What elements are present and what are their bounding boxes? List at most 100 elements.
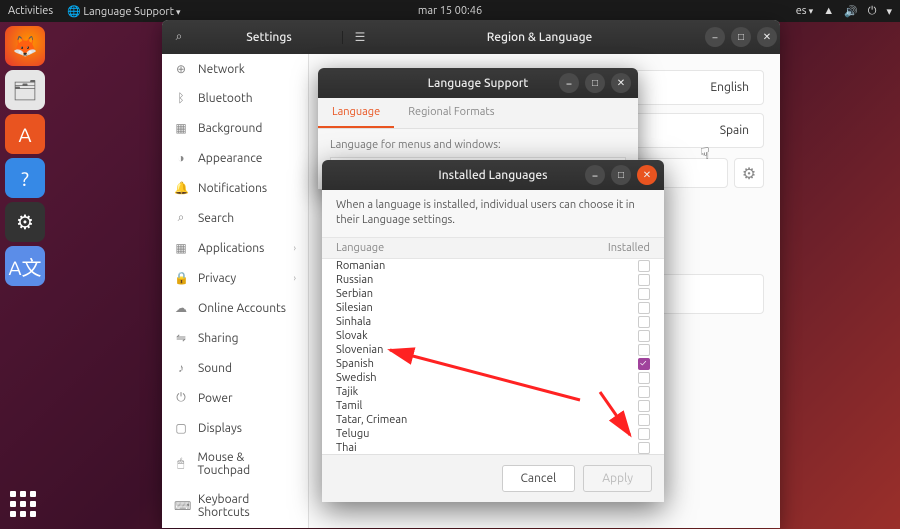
language-row[interactable]: Slovak bbox=[322, 329, 664, 343]
search-button[interactable]: ⌕ bbox=[162, 20, 196, 54]
language-name: Slovenian bbox=[336, 344, 638, 356]
sharing-icon: ⇋ bbox=[174, 331, 188, 345]
sidebar-item-label: Network bbox=[198, 63, 245, 76]
minimize-button[interactable]: – bbox=[559, 73, 579, 93]
language-checkbox[interactable] bbox=[638, 288, 650, 300]
language-row[interactable]: Russian bbox=[322, 273, 664, 287]
language-checkbox[interactable] bbox=[638, 372, 650, 384]
language-checkbox[interactable] bbox=[638, 344, 650, 356]
appearance-icon: ◑ bbox=[174, 151, 188, 165]
close-button[interactable]: ✕ bbox=[757, 27, 777, 47]
language-checkbox[interactable] bbox=[638, 302, 650, 314]
dialog-info-text: When a language is installed, individual… bbox=[322, 190, 664, 237]
settings-icon[interactable]: ⚙ bbox=[734, 158, 764, 188]
language-checkbox[interactable] bbox=[638, 274, 650, 286]
sidebar-item-online-accounts[interactable]: ☁Online Accounts bbox=[162, 293, 308, 323]
language-row[interactable]: Slovenian bbox=[322, 343, 664, 357]
sidebar-item-sharing[interactable]: ⇋ Sharing bbox=[162, 323, 308, 353]
sidebar-item-sound[interactable]: ♪ Sound bbox=[162, 353, 308, 383]
sidebar-item-label: Mouse & Touchpad bbox=[198, 451, 297, 477]
sidebar-item-label: Sound bbox=[198, 362, 232, 375]
sidebar-item-background[interactable]: ▦ Background bbox=[162, 113, 308, 143]
background-icon: ▦ bbox=[174, 121, 188, 135]
language-name: Swedish bbox=[336, 372, 638, 384]
sidebar-item-privacy[interactable]: 🔒Privacy› bbox=[162, 263, 308, 293]
sidebar-item-label: Displays bbox=[198, 422, 242, 435]
language-row[interactable]: Silesian bbox=[322, 301, 664, 315]
language-checkbox[interactable] bbox=[638, 442, 650, 454]
chevron-right-icon: › bbox=[293, 243, 296, 253]
sidebar-item-label: Background bbox=[198, 122, 262, 135]
language-name: Romanian bbox=[336, 260, 638, 272]
applications-icon: ▦ bbox=[174, 241, 188, 255]
app-menu[interactable]: 🌐 Language Support bbox=[67, 5, 180, 18]
language-row[interactable]: Spanish bbox=[322, 357, 664, 371]
sidebar-item-printers[interactable]: ⎙Printers bbox=[162, 527, 308, 528]
sidebar-item-applications[interactable]: ▦Applications› bbox=[162, 233, 308, 263]
dock-language-icon[interactable]: A文 bbox=[5, 246, 45, 286]
input-source-indicator[interactable]: es bbox=[796, 5, 813, 17]
sidebar-item-appearance[interactable]: ◑Appearance bbox=[162, 143, 308, 173]
sidebar-item-bluetooth[interactable]: ᛒBluetooth bbox=[162, 84, 308, 113]
language-checkbox[interactable] bbox=[638, 260, 650, 272]
sidebar-item-search[interactable]: ⌕Search bbox=[162, 203, 308, 233]
language-row[interactable]: Tajik bbox=[322, 385, 664, 399]
language-row[interactable]: Thai bbox=[322, 441, 664, 454]
maximize-button[interactable]: □ bbox=[611, 165, 631, 185]
language-row[interactable]: Telugu bbox=[322, 427, 664, 441]
apply-button[interactable]: Apply bbox=[583, 465, 652, 492]
language-table[interactable]: RomanianRussianSerbianSilesianSinhala Slo… bbox=[322, 259, 664, 454]
language-name: Slovak bbox=[336, 330, 638, 342]
clock[interactable]: mar 15 00:46 bbox=[418, 5, 482, 17]
sidebar-item-displays[interactable]: ▢Displays bbox=[162, 413, 308, 443]
maximize-button[interactable]: □ bbox=[731, 27, 751, 47]
sidebar-item-label: Bluetooth bbox=[198, 92, 253, 105]
dock-system-settings-icon[interactable]: ⚙ bbox=[5, 202, 45, 242]
activities-button[interactable]: Activities bbox=[8, 5, 53, 18]
volume-icon[interactable]: 🔊 bbox=[844, 5, 858, 18]
language-name: Serbian bbox=[336, 288, 638, 300]
dock-firefox-icon[interactable]: 🦊 bbox=[5, 26, 45, 66]
network-icon[interactable]: ▲ bbox=[823, 5, 834, 17]
sidebar-item-mouse-touchpad[interactable]: 🖱Mouse & Touchpad bbox=[162, 443, 308, 485]
language-row[interactable]: Sinhala bbox=[322, 315, 664, 329]
language-checkbox[interactable] bbox=[638, 358, 650, 370]
language-checkbox[interactable] bbox=[638, 386, 650, 398]
close-button[interactable]: ✕ bbox=[637, 165, 657, 185]
sidebar-item-label: Sharing bbox=[198, 332, 239, 345]
cancel-button[interactable]: Cancel bbox=[502, 465, 576, 492]
tab-language[interactable]: Language bbox=[318, 98, 394, 128]
language-checkbox[interactable] bbox=[638, 400, 650, 412]
sidebar-item-notifications[interactable]: 🔔Notifications bbox=[162, 173, 308, 203]
sidebar-item-network[interactable]: ⊕ Network bbox=[162, 54, 308, 84]
sidebar-item-keyboard-shortcuts[interactable]: ⌨Keyboard Shortcuts bbox=[162, 485, 308, 527]
show-applications-button[interactable] bbox=[10, 491, 38, 519]
column-language: Language bbox=[336, 242, 608, 254]
settings-sidebar: ⊕ Network ᛒBluetooth ▦ Background ◑Appearance… bbox=[162, 54, 309, 528]
network-icon: ⊕ bbox=[174, 62, 188, 76]
top-bar: Activities 🌐 Language Support mar 15 00:… bbox=[0, 0, 900, 22]
language-checkbox[interactable] bbox=[638, 316, 650, 328]
dock-files-icon[interactable]: 🗂 bbox=[5, 70, 45, 110]
language-row[interactable]: Tamil bbox=[322, 399, 664, 413]
language-row[interactable]: Serbian bbox=[322, 287, 664, 301]
language-checkbox[interactable] bbox=[638, 330, 650, 342]
language-row[interactable]: Swedish bbox=[322, 371, 664, 385]
tab-regional-formats[interactable]: Regional Formats bbox=[394, 98, 508, 128]
dock-software-icon[interactable]: A bbox=[5, 114, 45, 154]
power-icon[interactable]: ⏻ bbox=[868, 5, 877, 18]
minimize-button[interactable]: – bbox=[585, 165, 605, 185]
language-checkbox[interactable] bbox=[638, 414, 650, 426]
system-menu-chevron-icon[interactable]: ▾ bbox=[886, 5, 892, 18]
minimize-button[interactable]: – bbox=[705, 27, 725, 47]
language-row[interactable]: Tatar, Crimean bbox=[322, 413, 664, 427]
maximize-button[interactable]: □ bbox=[585, 73, 605, 93]
language-checkbox[interactable] bbox=[638, 428, 650, 440]
language-row[interactable]: Romanian bbox=[322, 259, 664, 273]
dock-help-icon[interactable]: ? bbox=[5, 158, 45, 198]
language-name: Sinhala bbox=[336, 316, 638, 328]
sound-icon: ♪ bbox=[174, 361, 188, 375]
sidebar-item-power[interactable]: ⏻Power bbox=[162, 383, 308, 413]
close-button[interactable]: ✕ bbox=[611, 73, 631, 93]
hamburger-icon[interactable]: ☰ bbox=[343, 20, 377, 54]
